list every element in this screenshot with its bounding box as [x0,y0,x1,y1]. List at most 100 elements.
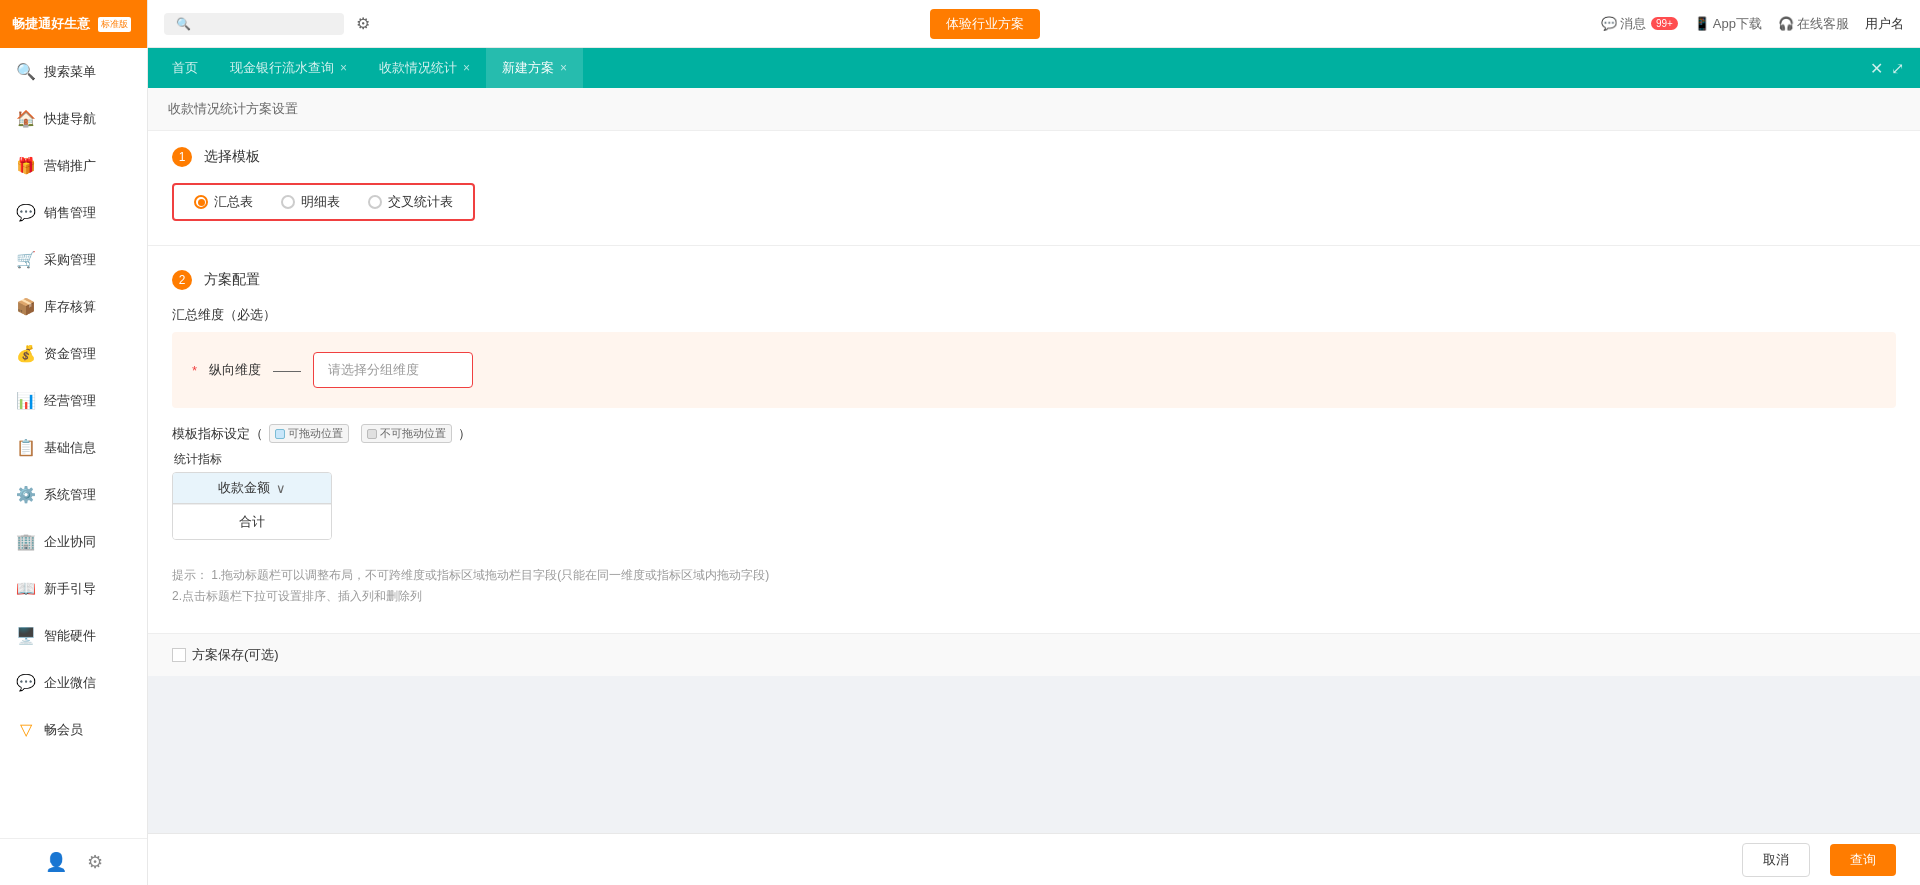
drag-movable-indicator [275,429,285,439]
tab-new-plan-label: 新建方案 [502,59,554,77]
enterprise-wechat-icon: 💬 [16,673,36,692]
sidebar-item-operations[interactable]: 📊 经营管理 [0,377,147,424]
tab-collection-stat-close[interactable]: × [463,61,470,75]
drag-movable-label: 可拖动位置 [288,426,343,441]
sidebar-label-enterprise-collab: 企业协同 [44,533,96,551]
tab-collection-stat[interactable]: 收款情况统计 × [363,48,486,88]
tab-bank-flow-close[interactable]: × [340,61,347,75]
stats-section-label: 统计指标 [172,451,332,468]
support-label: 在线客服 [1797,15,1849,33]
inventory-icon: 📦 [16,297,36,316]
basic-info-icon: 📋 [16,438,36,457]
metrics-dropdown-icon[interactable]: ∨ [276,481,286,496]
radio-summary-label: 汇总表 [214,193,253,211]
sidebar-label-search-menu: 搜索菜单 [44,63,96,81]
metrics-table-cell-total: 合计 [173,504,331,539]
sidebar-item-guide[interactable]: 📖 新手引导 [0,565,147,612]
step2-section: 2 方案配置 汇总维度（必选） * 纵向维度 —— 请选择分组维度 [148,254,1920,633]
topbar-search-box[interactable]: 🔍 [164,13,344,35]
metrics-table-header[interactable]: 收款金额 ∨ [173,473,331,504]
sidebar-item-enterprise-collab[interactable]: 🏢 企业协同 [0,518,147,565]
radio-detail[interactable]: 明细表 [281,193,340,211]
save-checkbox-label[interactable]: 方案保存(可选) [172,646,279,664]
metrics-table: 收款金额 ∨ 合计 [172,472,332,540]
app-download-area[interactable]: 📱 App下载 [1694,15,1762,33]
system-icon: ⚙️ [16,485,36,504]
page-header-text: 收款情况统计方案设置 [168,101,298,116]
sidebar-label-quick-nav: 快捷导航 [44,110,96,128]
sidebar-item-sales[interactable]: 💬 销售管理 [0,189,147,236]
dimension-field-label: 纵向维度 [209,361,261,379]
quick-nav-icon: 🏠 [16,109,36,128]
step2-indicator: 2 方案配置 [172,270,1896,290]
sidebar-item-capital[interactable]: 💰 资金管理 [0,330,147,377]
dimension-input[interactable]: 请选择分组维度 [313,352,473,388]
support-area[interactable]: 🎧 在线客服 [1778,15,1849,33]
save-checkbox[interactable] [172,648,186,662]
window-close-icon[interactable]: ✕ [1870,59,1883,78]
tab-new-plan-close[interactable]: × [560,61,567,75]
dimension-area: * 纵向维度 —— 请选择分组维度 [172,332,1896,408]
dimension-arrow: —— [273,362,301,378]
sidebar-item-purchase[interactable]: 🛒 采购管理 [0,236,147,283]
sidebar-label-purchase: 采购管理 [44,251,96,269]
radio-cross-circle [368,195,382,209]
tip1: 提示： 1.拖动标题栏可以调整布局，不可跨维度或指标区域拖动栏目字段(只能在同一… [172,567,1896,584]
sidebar-item-basic-info[interactable]: 📋 基础信息 [0,424,147,471]
cancel-button[interactable]: 取消 [1742,843,1810,877]
step1-section: 1 选择模板 汇总表 明细表 [148,131,1920,237]
sidebar: 畅捷通好生意 标准版 🔍 搜索菜单 🏠 快捷导航 🎁 营销推广 💬 销售管理 🛒… [0,0,148,885]
metrics-column-header: 收款金额 [218,479,270,497]
content-inner: 收款情况统计方案设置 1 选择模板 汇总表 明细表 [148,88,1920,676]
enterprise-collab-icon: 🏢 [16,532,36,551]
metrics-label-close: ） [458,425,471,443]
step2-num: 2 [172,270,192,290]
tab-bar: 首页 现金银行流水查询 × 收款情况统计 × 新建方案 × ✕ ⤢ [148,48,1920,88]
sidebar-item-marketing[interactable]: 🎁 营销推广 [0,142,147,189]
tab-new-plan[interactable]: 新建方案 × [486,48,583,88]
radio-detail-circle [281,195,295,209]
sidebar-logo: 畅捷通好生意 标准版 [0,0,147,48]
drag-fixed-indicator [367,429,377,439]
query-button[interactable]: 查询 [1830,844,1896,876]
metrics-table-wrapper: 统计指标 收款金额 ∨ 合计 [172,451,1896,543]
sidebar-item-system[interactable]: ⚙️ 系统管理 [0,471,147,518]
operations-icon: 📊 [16,391,36,410]
sales-icon: 💬 [16,203,36,222]
topbar-gear-icon[interactable]: ⚙ [356,14,370,33]
sidebar-label-capital: 资金管理 [44,345,96,363]
tab-home[interactable]: 首页 [156,48,214,88]
drag-fixed-label: 不可拖动位置 [380,426,446,441]
radio-summary[interactable]: 汇总表 [194,193,253,211]
radio-detail-label: 明细表 [301,193,340,211]
sidebar-item-enterprise-wechat[interactable]: 💬 企业微信 [0,659,147,706]
sidebar-bottom-icon2[interactable]: ⚙ [87,851,103,873]
sidebar-item-quick-nav[interactable]: 🏠 快捷导航 [0,95,147,142]
app-download-label: App下载 [1713,15,1762,33]
trial-button[interactable]: 体验行业方案 [930,9,1040,39]
notification-area[interactable]: 💬 消息 99+ [1601,15,1678,33]
sidebar-item-smart-hardware[interactable]: 🖥️ 智能硬件 [0,612,147,659]
window-maximize-icon[interactable]: ⤢ [1891,59,1904,78]
sidebar-label-guide: 新手引导 [44,580,96,598]
radio-cross[interactable]: 交叉统计表 [368,193,453,211]
sidebar-item-inventory[interactable]: 📦 库存核算 [0,283,147,330]
action-bar: 取消 查询 [148,833,1920,885]
sidebar-bottom-icon1[interactable]: 👤 [45,851,67,873]
purchase-icon: 🛒 [16,250,36,269]
metrics-label-text: 模板指标设定（ [172,425,263,443]
smart-hardware-icon: 🖥️ [16,626,36,645]
sidebar-item-member[interactable]: ▽ 畅会员 [0,706,147,753]
member-icon: ▽ [16,720,36,739]
tips-section: 提示： 1.拖动标题栏可以调整布局，不可跨维度或指标区域拖动栏目字段(只能在同一… [172,559,1896,617]
main-area: 🔍 ⚙ 体验行业方案 💬 消息 99+ 📱 App下载 🎧 在线客服 用户名 [148,0,1920,885]
tab-bank-flow[interactable]: 现金银行流水查询 × [214,48,363,88]
dimension-row: * 纵向维度 —— 请选择分组维度 [192,352,1876,388]
app-download-icon: 📱 [1694,16,1710,31]
save-label: 方案保存(可选) [192,646,279,664]
required-mark: * [192,363,197,378]
user-name[interactable]: 用户名 [1865,15,1904,33]
sidebar-label-sales: 销售管理 [44,204,96,222]
stats-area: 统计指标 收款金额 ∨ 合计 [172,451,332,543]
sidebar-item-search-menu[interactable]: 🔍 搜索菜单 [0,48,147,95]
